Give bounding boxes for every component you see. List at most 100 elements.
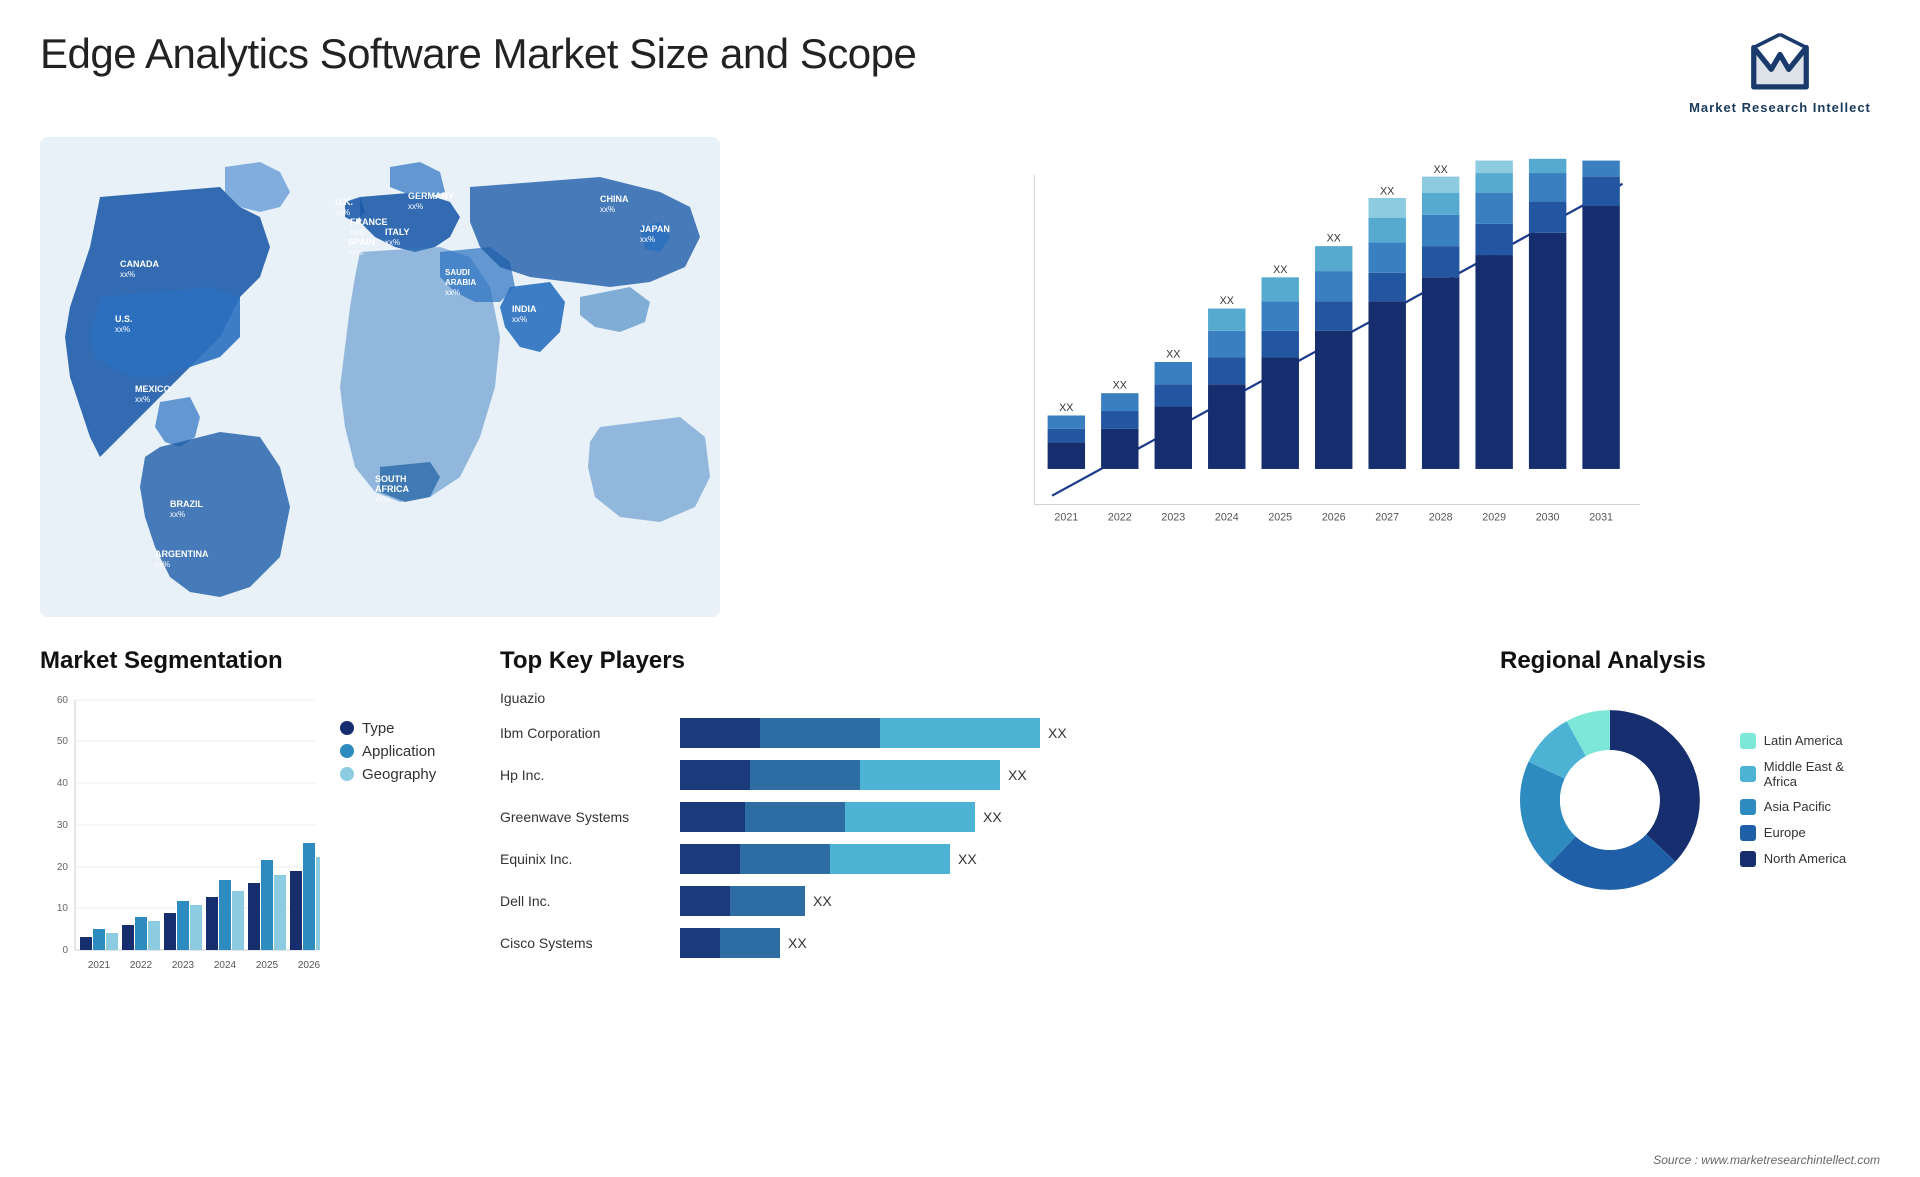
svg-text:xx%: xx% bbox=[408, 202, 423, 211]
player-bar bbox=[680, 802, 975, 832]
legend-color-mea bbox=[1740, 766, 1756, 782]
svg-text:ITALY: ITALY bbox=[385, 227, 410, 237]
bar-seg1 bbox=[680, 844, 740, 874]
svg-text:xx%: xx% bbox=[335, 208, 350, 217]
legend-color-latin bbox=[1740, 733, 1756, 749]
svg-text:xx%: xx% bbox=[512, 315, 527, 324]
svg-text:XX: XX bbox=[1540, 157, 1554, 158]
bar-seg2 bbox=[745, 802, 845, 832]
world-map-svg: CANADA xx% U.S. xx% MEXICO xx% BRAZIL xx… bbox=[40, 137, 720, 617]
svg-text:FRANCE: FRANCE bbox=[350, 217, 388, 227]
player-row: Cisco Systems XX bbox=[500, 928, 1460, 958]
regional-title: Regional Analysis bbox=[1500, 647, 1880, 675]
donut-chart-svg bbox=[1500, 690, 1720, 910]
bar-seg1 bbox=[680, 718, 760, 748]
svg-text:xx%: xx% bbox=[348, 248, 363, 257]
bar-seg1 bbox=[680, 802, 745, 832]
player-bar bbox=[680, 718, 1040, 748]
svg-text:2026: 2026 bbox=[298, 960, 320, 971]
svg-text:XX: XX bbox=[1380, 185, 1394, 197]
svg-text:2024: 2024 bbox=[214, 960, 237, 971]
player-name: Ibm Corporation bbox=[500, 725, 670, 741]
svg-text:2022: 2022 bbox=[130, 960, 153, 971]
player-row: Greenwave Systems XX bbox=[500, 802, 1460, 832]
svg-text:2027: 2027 bbox=[1375, 512, 1399, 524]
svg-text:XX: XX bbox=[1434, 164, 1448, 176]
map-container: CANADA xx% U.S. xx% MEXICO xx% BRAZIL xx… bbox=[40, 137, 720, 617]
bar-seg2 bbox=[730, 886, 805, 916]
key-players-title: Top Key Players bbox=[500, 647, 1460, 675]
player-name: Greenwave Systems bbox=[500, 809, 670, 825]
player-bar-wrap: XX bbox=[680, 802, 1460, 832]
svg-text:INDIA: INDIA bbox=[512, 304, 537, 314]
legend-label-europe: Europe bbox=[1764, 825, 1806, 840]
player-row: Equinix Inc. XX bbox=[500, 844, 1460, 874]
player-bar-wrap: XX bbox=[680, 928, 1460, 958]
regional-container: Regional Analysis bbox=[1500, 647, 1880, 1147]
svg-text:30: 30 bbox=[57, 820, 69, 831]
svg-text:GERMANY: GERMANY bbox=[408, 191, 454, 201]
svg-text:2025: 2025 bbox=[256, 960, 279, 971]
bar-2024: XX 2024 bbox=[1208, 295, 1245, 524]
player-row: Iguazio bbox=[500, 690, 1460, 706]
bar-2028: XX 2028 bbox=[1422, 164, 1459, 524]
svg-text:40: 40 bbox=[57, 778, 69, 789]
svg-text:CANADA: CANADA bbox=[120, 259, 159, 269]
player-bar-wrap: XX bbox=[680, 760, 1460, 790]
legend-middle-east-africa: Middle East & Africa bbox=[1740, 759, 1880, 789]
svg-text:ARABIA: ARABIA bbox=[445, 278, 476, 287]
svg-text:2028: 2028 bbox=[1429, 512, 1453, 524]
bar-seg3 bbox=[845, 802, 975, 832]
svg-text:2023: 2023 bbox=[172, 960, 195, 971]
bar-chart-svg: XX 2021 XX 2022 XX 2023 bbox=[770, 157, 1860, 567]
legend-asia-pacific: Asia Pacific bbox=[1740, 799, 1880, 815]
bar-seg2 bbox=[760, 718, 880, 748]
bar-2029: XX 2029 bbox=[1475, 157, 1512, 524]
player-xx: XX bbox=[983, 809, 1002, 825]
legend-label-application: Application bbox=[362, 743, 435, 760]
player-bar-wrap: XX bbox=[680, 718, 1460, 748]
legend-north-america: North America bbox=[1740, 851, 1880, 867]
svg-text:xx%: xx% bbox=[375, 495, 390, 504]
svg-text:xx%: xx% bbox=[120, 270, 135, 279]
player-xx: XX bbox=[958, 851, 977, 867]
legend-color-europe bbox=[1740, 825, 1756, 841]
svg-text:U.K.: U.K. bbox=[335, 197, 353, 207]
legend-application: Application bbox=[340, 743, 436, 760]
svg-text:SOUTH: SOUTH bbox=[375, 474, 407, 484]
bar-2025: XX 2025 bbox=[1262, 264, 1299, 524]
svg-text:2025: 2025 bbox=[1268, 512, 1292, 524]
svg-text:2026: 2026 bbox=[1322, 512, 1346, 524]
legend-label-type: Type bbox=[362, 720, 395, 737]
player-bar-wrap: XX bbox=[680, 844, 1460, 874]
svg-text:xx%: xx% bbox=[170, 510, 185, 519]
svg-text:2021: 2021 bbox=[88, 960, 111, 971]
bar-seg1 bbox=[680, 886, 730, 916]
bar-seg2 bbox=[740, 844, 830, 874]
source-text: Source : www.marketresearchintellect.com bbox=[1653, 1153, 1880, 1167]
bar-2022: XX 2022 bbox=[1101, 380, 1138, 524]
player-bar bbox=[680, 844, 950, 874]
player-xx: XX bbox=[788, 935, 807, 951]
player-xx: XX bbox=[1048, 725, 1067, 741]
legend-dot-application bbox=[340, 744, 354, 758]
svg-text:xx%: xx% bbox=[640, 235, 655, 244]
legend-europe: Europe bbox=[1740, 825, 1880, 841]
svg-text:20: 20 bbox=[57, 862, 69, 873]
legend-label-geography: Geography bbox=[362, 766, 436, 783]
svg-text:U.S.: U.S. bbox=[115, 314, 133, 324]
player-bar bbox=[680, 928, 780, 958]
bar-seg3 bbox=[880, 718, 1040, 748]
bar-seg1 bbox=[680, 928, 720, 958]
svg-text:JAPAN: JAPAN bbox=[640, 224, 670, 234]
player-bar bbox=[680, 886, 805, 916]
bar-2026: XX 2026 bbox=[1315, 233, 1352, 524]
svg-text:ARGENTINA: ARGENTINA bbox=[155, 549, 209, 559]
svg-text:xx%: xx% bbox=[115, 325, 130, 334]
svg-text:xx%: xx% bbox=[600, 205, 615, 214]
svg-text:XX: XX bbox=[1166, 348, 1180, 360]
svg-text:XX: XX bbox=[1487, 157, 1501, 160]
player-row: Ibm Corporation XX bbox=[500, 718, 1460, 748]
svg-text:XX: XX bbox=[1220, 295, 1234, 307]
player-name: Cisco Systems bbox=[500, 935, 670, 951]
